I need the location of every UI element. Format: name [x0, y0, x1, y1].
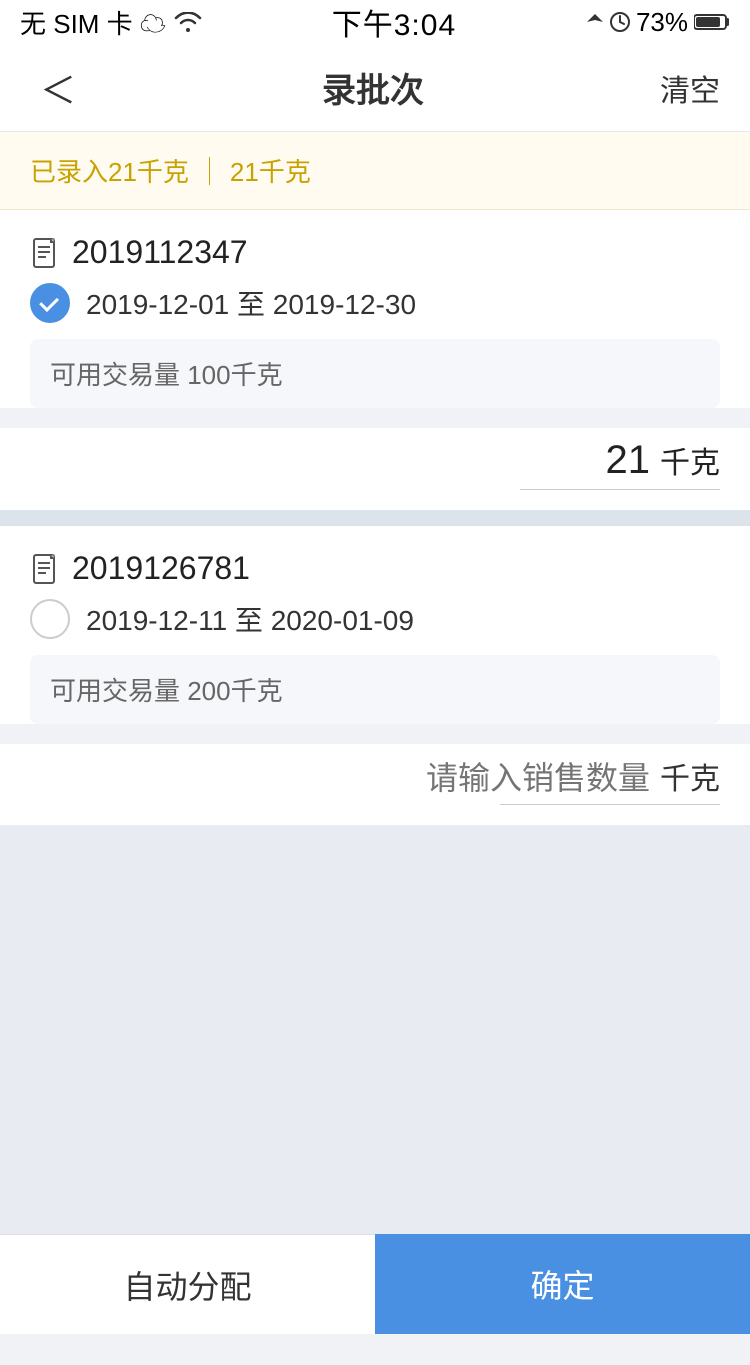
batch2-qty-box: 可用交易量 200千克 [30, 655, 720, 724]
document-icon-2 [30, 553, 62, 585]
batch1-header: 2019112347 [30, 234, 720, 271]
status-bar: 无 SIM 卡 ☁ 下午3:04 73% [0, 0, 750, 44]
empty-area [0, 825, 750, 1265]
info-banner: 已录入21千克 21千克 [0, 132, 750, 210]
batch1-date: 2019-12-01 至 2019-12-30 [86, 283, 416, 323]
batch1-qty: 可用交易量 100千克 [50, 360, 283, 390]
banner-divider [209, 157, 210, 185]
nav-bar: ＜ 录批次 清空 [0, 44, 750, 132]
batch1-id: 2019112347 [72, 234, 248, 271]
batch2-quantity-input[interactable] [330, 760, 650, 797]
auto-distribute-button[interactable]: 自动分配 [0, 1234, 375, 1334]
batch1-date-row[interactable]: 2019-12-01 至 2019-12-30 [30, 283, 720, 323]
batch1-amount-wrapper: 21 千克 [0, 428, 750, 510]
batch-card-2: 2019126781 2019-12-11 至 2020-01-09 可用交易量… [0, 526, 750, 724]
batch2-input-wrapper: 千克 [0, 744, 750, 825]
batch2-header: 2019126781 [30, 550, 720, 587]
batch1-unit: 千克 [660, 438, 720, 482]
location-icon [586, 13, 604, 31]
document-icon-1 [30, 237, 62, 269]
batch1-radio[interactable] [30, 283, 70, 323]
page-title: 录批次 [322, 63, 424, 112]
batch1-qty-box: 可用交易量 100千克 [30, 339, 720, 408]
batch2-unit: 千克 [660, 754, 720, 798]
confirm-button[interactable]: 确定 [375, 1234, 750, 1334]
sim-label: 无 SIM 卡 ☁ [20, 4, 166, 41]
back-button[interactable]: ＜ [30, 52, 86, 124]
batch2-id: 2019126781 [72, 550, 250, 587]
status-right: 73% [586, 7, 730, 38]
recorded-value: 21千克 [230, 152, 311, 189]
status-left: 无 SIM 卡 ☁ [20, 4, 202, 41]
clock-icon [610, 12, 630, 32]
batch2-radio[interactable] [30, 599, 70, 639]
section-divider [0, 510, 750, 526]
battery-label: 73% [636, 7, 688, 38]
clear-button[interactable]: 清空 [660, 66, 720, 110]
batch2-date: 2019-12-11 至 2020-01-09 [86, 599, 414, 639]
status-time: 下午3:04 [332, 0, 456, 44]
batch-card-1: 2019112347 2019-12-01 至 2019-12-30 可用交易量… [0, 210, 750, 408]
batch1-amount: 21 [606, 438, 651, 483]
wifi-icon [174, 12, 202, 32]
batch2-date-row[interactable]: 2019-12-11 至 2020-01-09 [30, 599, 720, 639]
batch2-qty: 可用交易量 200千克 [50, 676, 283, 706]
battery-icon [694, 13, 730, 31]
bottom-bar: 自动分配 确定 [0, 1234, 750, 1334]
recorded-label: 已录入21千克 [30, 152, 189, 189]
